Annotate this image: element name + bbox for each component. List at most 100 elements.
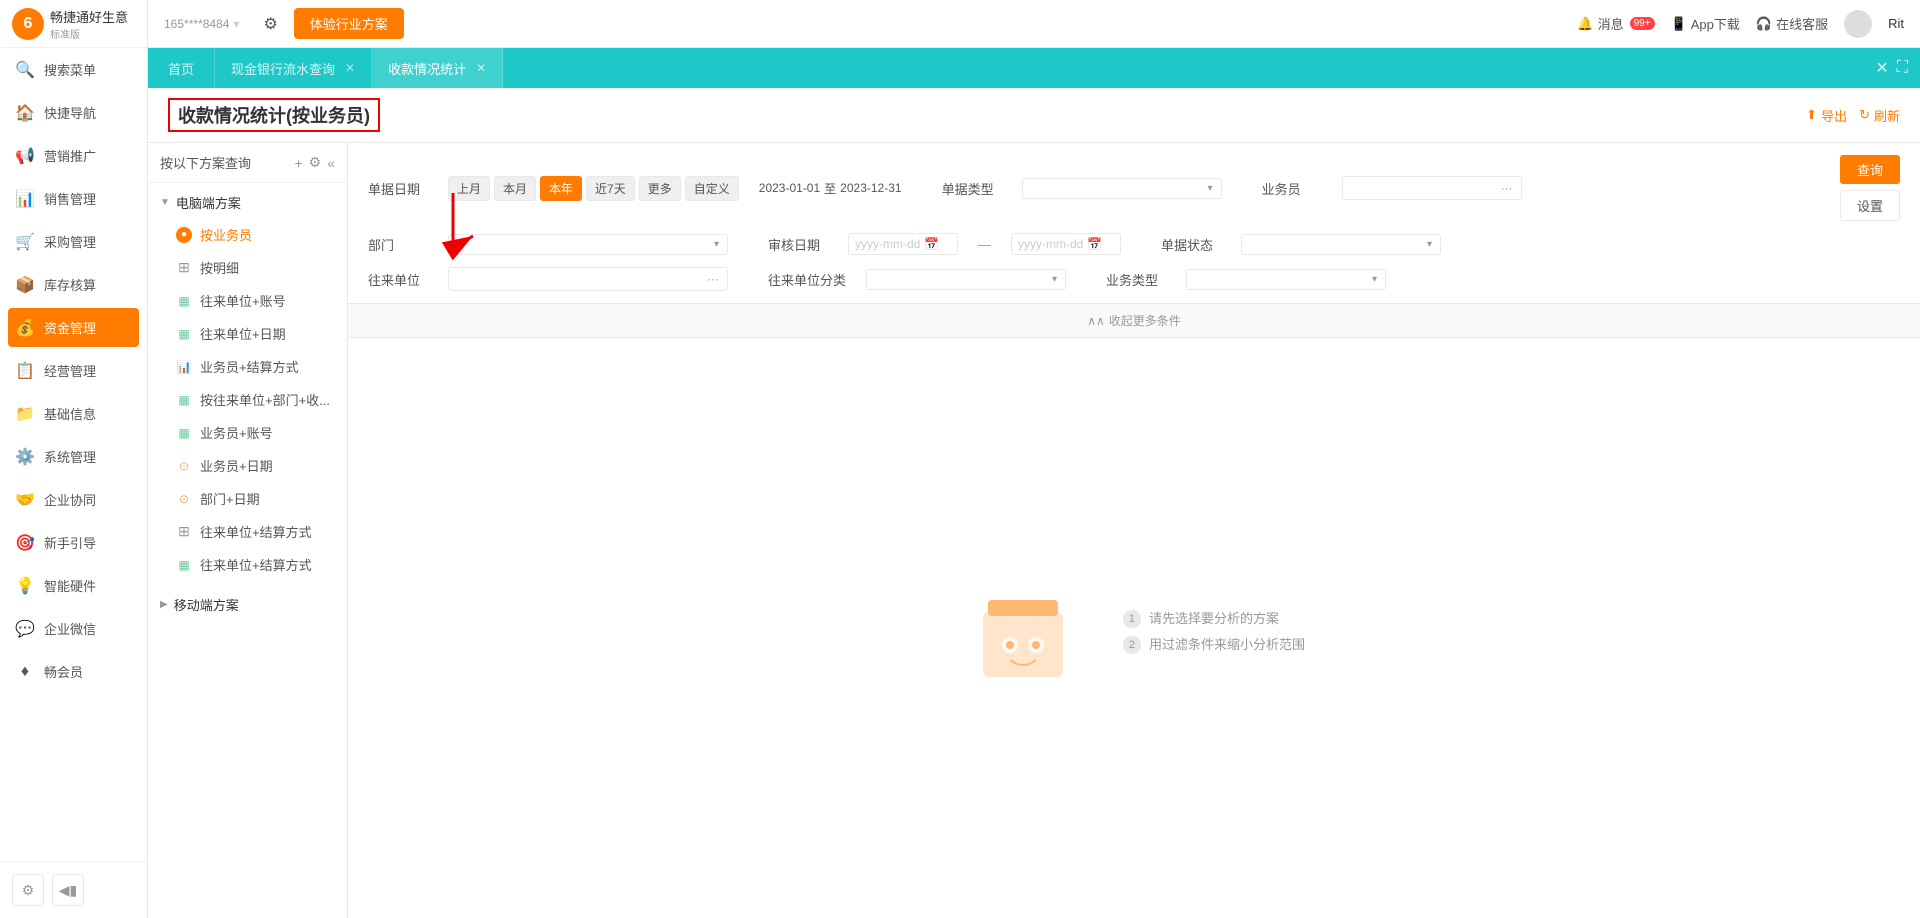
sidebar-item-inventory[interactable]: 📦 库存核算 [0, 263, 147, 306]
tab-collection-stats[interactable]: 收款情况统计 ✕ [372, 48, 503, 88]
marketing-icon: 📢 [16, 147, 34, 165]
partner-category-select[interactable]: ▾ [866, 269, 1066, 290]
sidebar-item-operation[interactable]: 📋 经营管理 [0, 349, 147, 392]
scheme-item-by-detail[interactable]: ⊞ 按明细 [148, 251, 347, 284]
wechat-icon: 💬 [16, 620, 34, 638]
bill-status-dropdown-arrow: ▾ [1427, 239, 1432, 250]
scheme-item-by-staff[interactable]: ● 按业务员 [148, 218, 347, 251]
scheme-item-staff-settlement[interactable]: 📊 业务员+结算方式 [148, 350, 347, 383]
refresh-button[interactable]: ↻ 刷新 [1859, 106, 1900, 125]
scheme-item-unit-date[interactable]: ▦ 往来单位+日期 [148, 317, 347, 350]
scheme-add-button[interactable]: + [294, 155, 302, 171]
sidebar-collapse-button[interactable]: ◀▮ [52, 874, 84, 906]
sidebar-item-label: 采购管理 [44, 232, 96, 251]
unit-account-icon: ▦ [176, 293, 192, 309]
review-date-end-placeholder: yyyy-mm-dd [1018, 237, 1083, 251]
sidebar-item-marketing[interactable]: 📢 营销推广 [0, 134, 147, 177]
dept-select[interactable]: ▾ [448, 234, 728, 255]
export-button[interactable]: ⬆ 导出 [1806, 106, 1847, 125]
sidebar-item-label: 经营管理 [44, 361, 96, 380]
sidebar-item-label: 搜索菜单 [44, 60, 96, 79]
tab-bank-flow-close[interactable]: ✕ [345, 61, 355, 75]
sidebar-item-search[interactable]: 🔍 搜索菜单 [0, 48, 147, 91]
scheme-collapse-button[interactable]: « [327, 155, 335, 171]
empty-step-1: 1 请先选择要分析的方案 [1123, 606, 1305, 632]
settings-button[interactable]: 设置 [1840, 190, 1900, 221]
query-button[interactable]: 查询 [1840, 155, 1900, 184]
sidebar-settings-button[interactable]: ⚙ [12, 874, 44, 906]
sidebar-item-sales[interactable]: 📊 销售管理 [0, 177, 147, 220]
tab-bank-flow[interactable]: 现金银行流水查询 ✕ [215, 48, 372, 88]
step-2-number: 2 [1123, 636, 1141, 654]
scheme-item-unit-settlement2[interactable]: ▦ 往来单位+结算方式 [148, 548, 347, 581]
sidebar-item-wechat[interactable]: 💬 企业微信 [0, 607, 147, 650]
scheme-settings-button[interactable]: ⚙ [309, 154, 322, 171]
bell-icon: 🔔 [1577, 16, 1593, 32]
staff-date-icon: ⊙ [176, 458, 192, 474]
export-label: 导出 [1821, 106, 1847, 125]
scheme-item-label: 按往来单位+部门+收... [200, 390, 330, 409]
scheme-item-label: 部门+日期 [200, 489, 260, 508]
online-service-button[interactable]: 🎧 在线客服 [1756, 14, 1828, 33]
right-panel: 单据日期 上月 本月 本年 近7天 更多 自定义 2023-01-01 至 20… [348, 143, 1920, 918]
scheme-item-dept-date[interactable]: ⊙ 部门+日期 [148, 482, 347, 515]
logo-badge: 标准版 [50, 26, 128, 41]
scheme-item-unit-account[interactable]: ▦ 往来单位+账号 [148, 284, 347, 317]
sidebar-item-label: 快捷导航 [44, 103, 96, 122]
calendar-end-icon: 📅 [1087, 237, 1102, 251]
review-date-start-placeholder: yyyy-mm-dd [855, 237, 920, 251]
date-last-month-btn[interactable]: 上月 [448, 176, 490, 201]
date-this-year-btn[interactable]: 本年 [540, 176, 582, 201]
app-download-button[interactable]: 📱 App下载 [1671, 14, 1740, 33]
staff-select[interactable]: ··· [1342, 176, 1522, 200]
sidebar-item-label: 系统管理 [44, 447, 96, 466]
filter-row-3: 往来单位 ··· 往来单位分类 ▾ 业务类型 ▾ [368, 267, 1900, 291]
sidebar-item-guide[interactable]: 🎯 新手引导 [0, 521, 147, 564]
sidebar-item-purchase[interactable]: 🛒 采购管理 [0, 220, 147, 263]
bill-status-label: 单据状态 [1161, 235, 1221, 254]
collapse-more-conditions-button[interactable]: ∧∧ 收起更多条件 [1087, 312, 1181, 329]
scheme-item-staff-account[interactable]: ▦ 业务员+账号 [148, 416, 347, 449]
sidebar-item-quick-nav[interactable]: 🏠 快捷导航 [0, 91, 147, 134]
date-custom-btn[interactable]: 自定义 [685, 176, 739, 201]
sidebar-item-basic-info[interactable]: 📁 基础信息 [0, 392, 147, 435]
bill-type-select[interactable]: ▾ [1022, 178, 1222, 199]
sidebar-item-hardware[interactable]: 💡 智能硬件 [0, 564, 147, 607]
sidebar-item-cooperation[interactable]: 🤝 企业协同 [0, 478, 147, 521]
partner-category-dropdown-arrow: ▾ [1052, 274, 1057, 285]
notification-button[interactable]: 🔔 消息 99+ [1577, 14, 1654, 33]
home-icon: 🏠 [16, 104, 34, 122]
mobile-group-arrow: ▶ [160, 599, 168, 610]
tab-collection-stats-close[interactable]: ✕ [476, 61, 486, 75]
tab-close-all-button[interactable]: ✕ [1875, 58, 1888, 78]
business-type-select[interactable]: ▾ [1186, 269, 1386, 290]
date-this-month-btn[interactable]: 本月 [494, 176, 536, 201]
partner-select[interactable]: ··· [448, 267, 728, 291]
tab-maximize-button[interactable]: ⛶ [1897, 59, 1908, 77]
review-date-end-input[interactable]: yyyy-mm-dd 📅 [1011, 233, 1121, 255]
member-icon: ♦ [16, 663, 34, 681]
date-more-btn[interactable]: 更多 [639, 176, 681, 201]
staff-settlement-icon: 📊 [176, 359, 192, 375]
sidebar-item-finance[interactable]: 💰 资金管理 [8, 308, 139, 347]
user-avatar[interactable] [1844, 10, 1872, 38]
review-date-start-input[interactable]: yyyy-mm-dd 📅 [848, 233, 958, 255]
scheme-item-unit-settlement1[interactable]: ⊞ 往来单位+结算方式 [148, 515, 347, 548]
header-gear[interactable]: ⚙ [263, 14, 277, 34]
header-actions: 🔔 消息 99+ 📱 App下载 🎧 在线客服 Rit [1577, 10, 1904, 38]
scheme-group-pc-header[interactable]: ▼ 电脑端方案 [148, 187, 347, 218]
scheme-group-mobile: ▶ 移动端方案 [148, 585, 347, 624]
gear-icon: ⚙ [263, 16, 277, 33]
sidebar-item-member[interactable]: ♦ 畅会员 [0, 650, 147, 693]
sidebar-item-system[interactable]: ⚙️ 系统管理 [0, 435, 147, 478]
collapse-label: 收起更多条件 [1109, 312, 1181, 329]
date-last-7-days-btn[interactable]: 近7天 [586, 176, 635, 201]
sidebar-item-label: 基础信息 [44, 404, 96, 423]
detail-icon: ⊞ [176, 260, 192, 276]
tab-home[interactable]: 首页 [148, 48, 215, 88]
scheme-item-staff-date[interactable]: ⊙ 业务员+日期 [148, 449, 347, 482]
scheme-item-unit-dept-collect[interactable]: ▦ 按往来单位+部门+收... [148, 383, 347, 416]
trial-button[interactable]: 体验行业方案 [294, 8, 404, 39]
bill-status-select[interactable]: ▾ [1241, 234, 1441, 255]
scheme-group-mobile-header[interactable]: ▶ 移动端方案 [148, 589, 347, 620]
